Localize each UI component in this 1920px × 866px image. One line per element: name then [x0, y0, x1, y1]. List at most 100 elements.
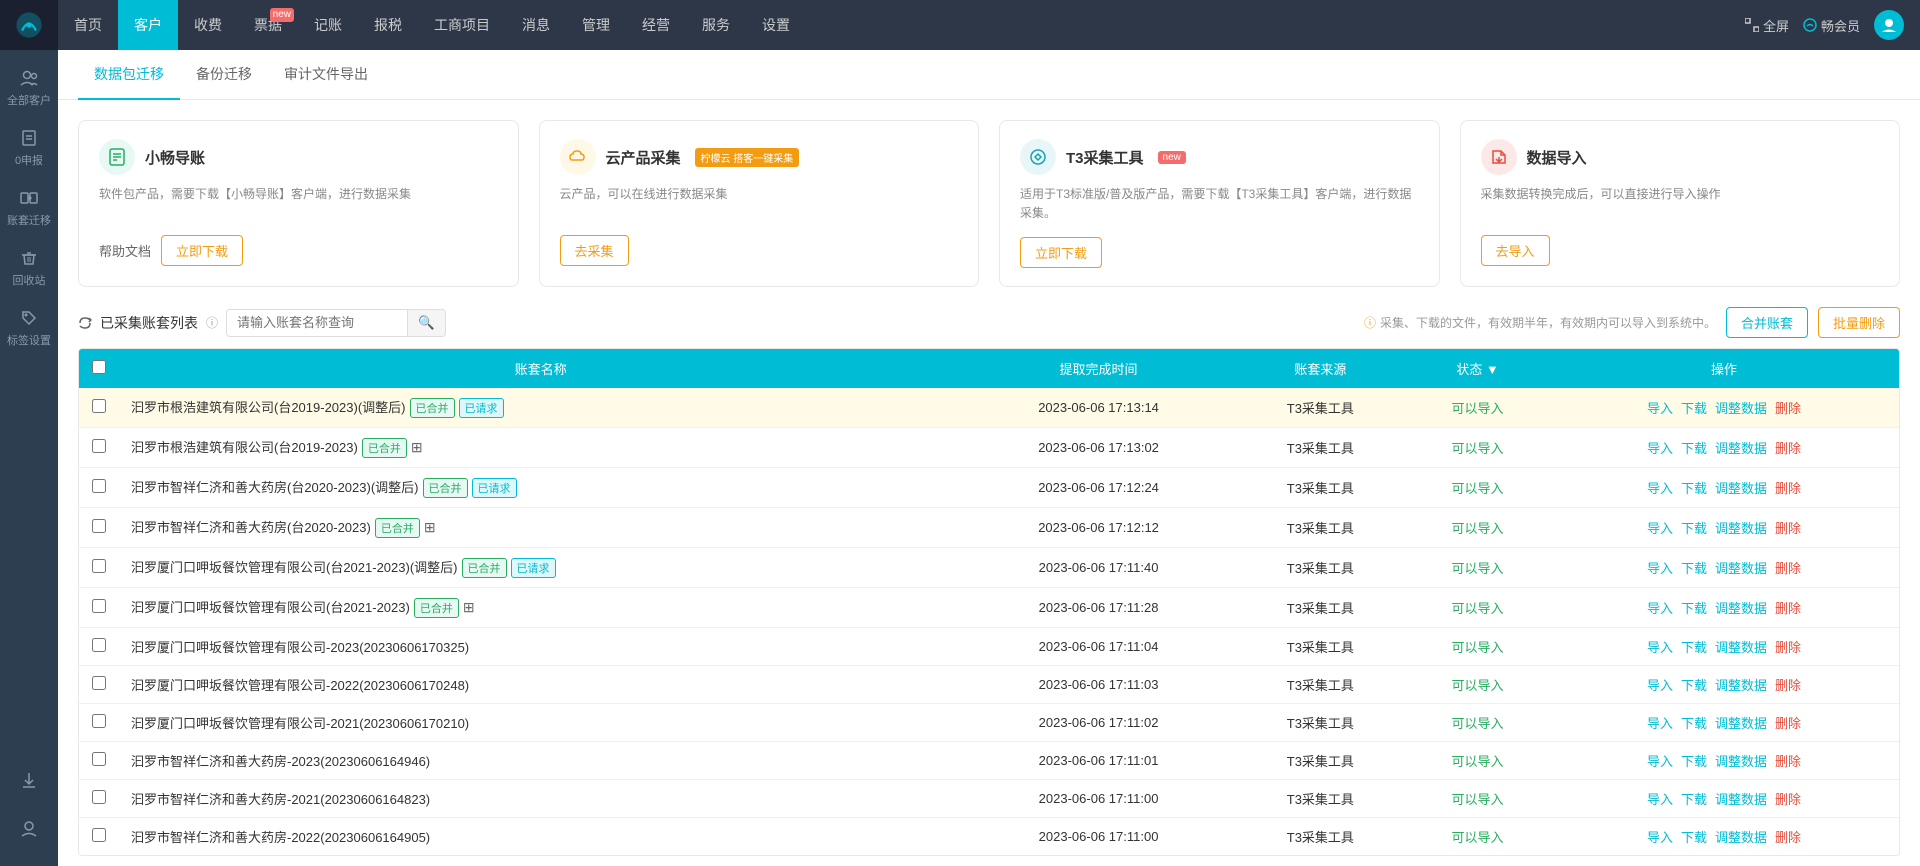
row-checkbox[interactable]	[92, 676, 106, 690]
action-delete-link[interactable]: 删除	[1775, 441, 1801, 456]
tab-backup-migrate[interactable]: 备份迁移	[180, 50, 268, 100]
action-import-link[interactable]: 导入	[1647, 561, 1673, 576]
sidebar-item-tag-settings[interactable]: 标签设置	[0, 298, 58, 358]
action-delete-link[interactable]: 删除	[1775, 601, 1801, 616]
nav-operation[interactable]: 经营	[626, 0, 686, 50]
list-help-icon[interactable]: ⓘ	[206, 314, 218, 331]
action-adjust-data-link[interactable]: 调整数据	[1715, 678, 1767, 693]
action-import-link[interactable]: 导入	[1647, 678, 1673, 693]
action-delete-link[interactable]: 删除	[1775, 561, 1801, 576]
nav-service[interactable]: 服务	[686, 0, 746, 50]
action-download-link[interactable]: 下载	[1681, 481, 1707, 496]
action-adjust-data-link[interactable]: 调整数据	[1715, 481, 1767, 496]
action-import-link[interactable]: 导入	[1647, 521, 1673, 536]
action-download-link[interactable]: 下载	[1681, 401, 1707, 416]
nav-client[interactable]: 客户	[118, 0, 178, 50]
copy-icon[interactable]: ⊞	[424, 519, 436, 535]
sidebar-item-profile[interactable]	[19, 808, 39, 848]
action-import-link[interactable]: 导入	[1647, 792, 1673, 807]
row-checkbox[interactable]	[92, 638, 106, 652]
action-delete-link[interactable]: 删除	[1775, 716, 1801, 731]
action-adjust-data-link[interactable]: 调整数据	[1715, 561, 1767, 576]
action-adjust-data-link[interactable]: 调整数据	[1715, 830, 1767, 845]
action-delete-link[interactable]: 删除	[1775, 401, 1801, 416]
search-button[interactable]: 🔍	[407, 310, 445, 336]
refresh-icon[interactable]	[78, 316, 92, 330]
action-adjust-data-link[interactable]: 调整数据	[1715, 716, 1767, 731]
sidebar-item-zero-report[interactable]: 0申报	[0, 118, 58, 178]
action-import-link[interactable]: 导入	[1647, 401, 1673, 416]
nav-bookkeeping[interactable]: 记账	[298, 0, 358, 50]
action-delete-link[interactable]: 删除	[1775, 678, 1801, 693]
action-download-link[interactable]: 下载	[1681, 640, 1707, 655]
sidebar-item-download[interactable]	[19, 760, 39, 800]
action-import-link[interactable]: 导入	[1647, 441, 1673, 456]
action-adjust-data-link[interactable]: 调整数据	[1715, 792, 1767, 807]
action-import-link[interactable]: 导入	[1647, 716, 1673, 731]
action-download-link[interactable]: 下载	[1681, 561, 1707, 576]
download-now-btn[interactable]: 立即下载	[161, 235, 243, 266]
sidebar-item-recycle[interactable]: 回收站	[0, 238, 58, 298]
action-download-link[interactable]: 下载	[1681, 601, 1707, 616]
row-checkbox[interactable]	[92, 828, 106, 842]
action-import-link[interactable]: 导入	[1647, 640, 1673, 655]
app-logo[interactable]	[0, 0, 58, 50]
go-import-btn[interactable]: 去导入	[1481, 235, 1550, 266]
t3-download-btn[interactable]: 立即下载	[1020, 237, 1102, 268]
action-adjust-data-link[interactable]: 调整数据	[1715, 521, 1767, 536]
action-download-link[interactable]: 下载	[1681, 716, 1707, 731]
copy-icon[interactable]: ⊞	[463, 599, 475, 615]
action-adjust-data-link[interactable]: 调整数据	[1715, 754, 1767, 769]
action-import-link[interactable]: 导入	[1647, 601, 1673, 616]
nav-home[interactable]: 首页	[58, 0, 118, 50]
row-checkbox[interactable]	[92, 752, 106, 766]
tab-audit-export[interactable]: 审计文件导出	[268, 50, 384, 100]
action-download-link[interactable]: 下载	[1681, 830, 1707, 845]
action-delete-link[interactable]: 删除	[1775, 521, 1801, 536]
action-adjust-data-link[interactable]: 调整数据	[1715, 640, 1767, 655]
nav-fee[interactable]: 收费	[178, 0, 238, 50]
fullscreen-btn[interactable]: 全屏	[1745, 16, 1789, 35]
tab-data-migrate[interactable]: 数据包迁移	[78, 50, 180, 100]
action-import-link[interactable]: 导入	[1647, 830, 1673, 845]
action-delete-link[interactable]: 删除	[1775, 792, 1801, 807]
batch-delete-btn[interactable]: 批量删除	[1818, 307, 1900, 338]
nav-message[interactable]: 消息	[506, 0, 566, 50]
action-download-link[interactable]: 下载	[1681, 441, 1707, 456]
row-checkbox[interactable]	[92, 559, 106, 573]
action-adjust-data-link[interactable]: 调整数据	[1715, 601, 1767, 616]
help-doc-link[interactable]: 帮助文档	[99, 241, 151, 260]
row-checkbox[interactable]	[92, 519, 106, 533]
row-checkbox[interactable]	[92, 479, 106, 493]
merge-account-btn[interactable]: 合并账套	[1726, 307, 1808, 338]
action-download-link[interactable]: 下载	[1681, 521, 1707, 536]
action-delete-link[interactable]: 删除	[1775, 830, 1801, 845]
user-avatar[interactable]	[1874, 10, 1904, 40]
nav-settings[interactable]: 设置	[746, 0, 806, 50]
action-adjust-data-link[interactable]: 调整数据	[1715, 401, 1767, 416]
row-checkbox[interactable]	[92, 439, 106, 453]
copy-icon[interactable]: ⊞	[411, 439, 423, 455]
action-delete-link[interactable]: 删除	[1775, 640, 1801, 655]
sidebar-item-all-clients[interactable]: 全部客户	[0, 58, 58, 118]
row-checkbox[interactable]	[92, 790, 106, 804]
select-all-checkbox[interactable]	[92, 360, 106, 374]
nav-manage[interactable]: 管理	[566, 0, 626, 50]
row-checkbox[interactable]	[92, 599, 106, 613]
nav-business[interactable]: 工商项目	[418, 0, 506, 50]
action-import-link[interactable]: 导入	[1647, 481, 1673, 496]
go-collect-btn[interactable]: 去采集	[560, 235, 629, 266]
action-delete-link[interactable]: 删除	[1775, 481, 1801, 496]
action-adjust-data-link[interactable]: 调整数据	[1715, 441, 1767, 456]
sidebar-item-account-migrate[interactable]: 账套迁移	[0, 178, 58, 238]
row-checkbox[interactable]	[92, 714, 106, 728]
row-checkbox[interactable]	[92, 399, 106, 413]
member-btn[interactable]: 畅会员	[1803, 16, 1860, 35]
action-download-link[interactable]: 下载	[1681, 792, 1707, 807]
action-delete-link[interactable]: 删除	[1775, 754, 1801, 769]
nav-invoice[interactable]: 票据new	[238, 0, 298, 50]
search-input[interactable]	[227, 310, 407, 335]
action-download-link[interactable]: 下载	[1681, 754, 1707, 769]
action-import-link[interactable]: 导入	[1647, 754, 1673, 769]
action-download-link[interactable]: 下载	[1681, 678, 1707, 693]
